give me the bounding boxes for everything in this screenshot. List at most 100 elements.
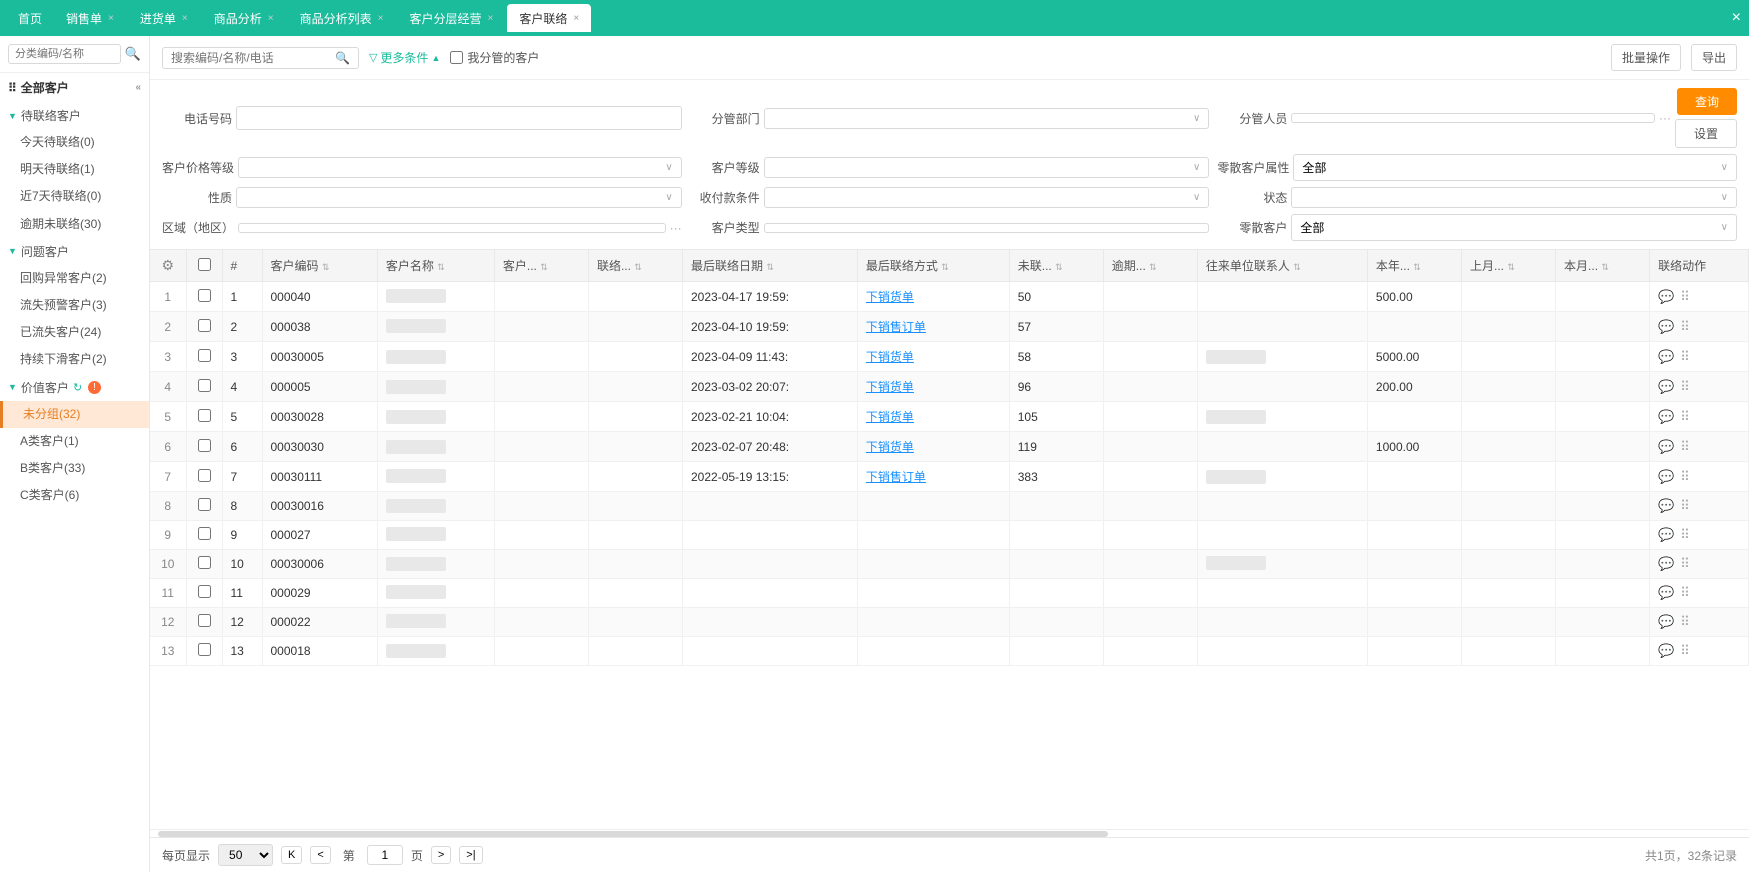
th-this-year[interactable]: 本年... ⇅ [1367,250,1461,282]
query-button[interactable]: 查询 [1677,88,1737,115]
grid-action-icon[interactable]: ⠿ [1680,643,1690,659]
grid-action-icon[interactable]: ⠿ [1680,556,1690,572]
sidebar-item-tomorrow[interactable]: 明天待联络(1) [0,156,149,183]
td-checkbox[interactable] [186,579,222,608]
td-checkbox[interactable] [186,432,222,462]
sidebar-item-today[interactable]: 今天待联络(0) [0,129,149,156]
row-checkbox[interactable] [198,349,211,362]
th-last-method[interactable]: 最后联络方式 ⇅ [857,250,1009,282]
td-checkbox[interactable] [186,402,222,432]
td-last-method[interactable]: 下销货单 [857,372,1009,402]
sidebar-item-class-a[interactable]: A类客户(1) [0,428,149,455]
td-last-method[interactable]: 下销货单 [857,432,1009,462]
last-method-link[interactable]: 下销货单 [866,350,914,364]
reset-button[interactable]: 设置 [1675,119,1737,148]
td-last-method[interactable]: 下销售订单 [857,462,1009,492]
message-icon[interactable]: 💬 [1658,556,1674,572]
sidebar-item-abnormal[interactable]: 回购异常客户(2) [0,265,149,292]
close-product-analysis-tab[interactable]: × [268,13,274,24]
last-page-btn[interactable]: >| [459,846,482,864]
th-contact[interactable]: 联络... ⇅ [588,250,682,282]
last-method-link[interactable]: 下销货单 [866,440,914,454]
grid-action-icon[interactable]: ⠿ [1680,349,1690,365]
message-icon[interactable]: 💬 [1658,469,1674,485]
batch-operation-btn[interactable]: 批量操作 [1611,44,1681,71]
td-checkbox[interactable] [186,521,222,550]
td-checkbox[interactable] [186,312,222,342]
sidebar-item-ungrouped[interactable]: 未分组(32) [0,401,149,428]
td-checkbox[interactable] [186,282,222,312]
my-customers-checkbox-label[interactable]: 我分管的客户 [450,49,539,66]
close-segment-tab[interactable]: × [487,13,493,24]
message-icon[interactable]: 💬 [1658,643,1674,659]
sidebar-item-class-b[interactable]: B类客户(33) [0,455,149,482]
message-icon[interactable]: 💬 [1658,585,1674,601]
filter-price-level-select[interactable]: ∨ [238,157,682,178]
row-checkbox[interactable] [198,469,211,482]
export-btn[interactable]: 导出 [1691,44,1737,71]
message-icon[interactable]: 💬 [1658,439,1674,455]
row-checkbox[interactable] [198,439,211,452]
message-icon[interactable]: 💬 [1658,379,1674,395]
filter-region-select[interactable] [238,223,666,233]
th-type[interactable]: 客户... ⇅ [494,250,588,282]
filter-payment-select[interactable]: ∨ [764,187,1210,208]
filter-dept-select[interactable]: ∨ [764,108,1210,129]
window-close-button[interactable]: × [1732,9,1741,27]
td-last-method[interactable] [857,608,1009,637]
message-icon[interactable]: 💬 [1658,527,1674,543]
th-last-date[interactable]: 最后联络日期 ⇅ [683,250,858,282]
td-checkbox[interactable] [186,492,222,521]
region-more-icon[interactable]: ··· [670,221,682,235]
filter-status-select[interactable]: ∨ [1291,187,1737,208]
tab-product-analysis[interactable]: 商品分析 × [202,4,286,32]
sidebar-item-declining[interactable]: 持续下滑客户(2) [0,346,149,373]
row-checkbox[interactable] [198,556,211,569]
td-checkbox[interactable] [186,342,222,372]
td-last-method[interactable] [857,579,1009,608]
sidebar-item-churned[interactable]: 已流失客户(24) [0,319,149,346]
row-checkbox[interactable] [198,643,211,656]
all-customers-header[interactable]: ⠿ 全部客户 « [0,73,149,102]
row-checkbox[interactable] [198,409,211,422]
td-last-method[interactable] [857,637,1009,666]
row-checkbox[interactable] [198,498,211,511]
last-method-link[interactable]: 下销货单 [866,290,914,304]
filter-customer-type-select[interactable] [764,223,1210,233]
sidebar-collapse-icon[interactable]: « [135,82,141,93]
last-method-link[interactable]: 下销货单 [866,410,914,424]
grid-action-icon[interactable]: ⠿ [1680,409,1690,425]
grid-action-icon[interactable]: ⠿ [1680,498,1690,514]
td-last-method[interactable] [857,492,1009,521]
tab-sales-order[interactable]: 销售单 × [54,4,126,32]
filter-gender-select[interactable]: ∨ [236,187,682,208]
th-contact-person[interactable]: 往来单位联系人 ⇅ [1197,250,1367,282]
message-icon[interactable]: 💬 [1658,614,1674,630]
grid-action-icon[interactable]: ⠿ [1680,469,1690,485]
th-this-month[interactable]: 本月... ⇅ [1556,250,1650,282]
message-icon[interactable]: 💬 [1658,498,1674,514]
row-checkbox[interactable] [198,614,211,627]
sidebar-item-overdue[interactable]: 逾期未联络(30) [0,211,149,238]
grid-action-icon[interactable]: ⠿ [1680,439,1690,455]
page-number-input[interactable] [367,845,403,865]
td-last-method[interactable]: 下销货单 [857,402,1009,432]
row-checkbox[interactable] [198,585,211,598]
grid-action-icon[interactable]: ⠿ [1680,379,1690,395]
message-icon[interactable]: 💬 [1658,349,1674,365]
search-magnifier-icon[interactable]: 🔍 [335,51,350,65]
grid-action-icon[interactable]: ⠿ [1680,614,1690,630]
sidebar-item-class-c[interactable]: C类客户(6) [0,482,149,509]
filter-retail-attr-select[interactable]: 全部 ∨ [1293,154,1737,181]
next-page-btn[interactable]: > [431,846,451,864]
close-sales-tab[interactable]: × [108,13,114,24]
row-checkbox[interactable] [198,527,211,540]
value-customers-group[interactable]: ▼ 价值客户 ↻ ! [0,374,149,401]
filter-phone-input[interactable] [236,106,682,130]
td-checkbox[interactable] [186,637,222,666]
sidebar-item-churn-warning[interactable]: 流失预警客户(3) [0,292,149,319]
th-code[interactable]: 客户编码 ⇅ [262,250,377,282]
my-customers-checkbox[interactable] [450,51,463,64]
filter-retail-customer-select[interactable]: 全部 ∨ [1291,214,1737,241]
select-all-checkbox[interactable] [198,258,211,271]
